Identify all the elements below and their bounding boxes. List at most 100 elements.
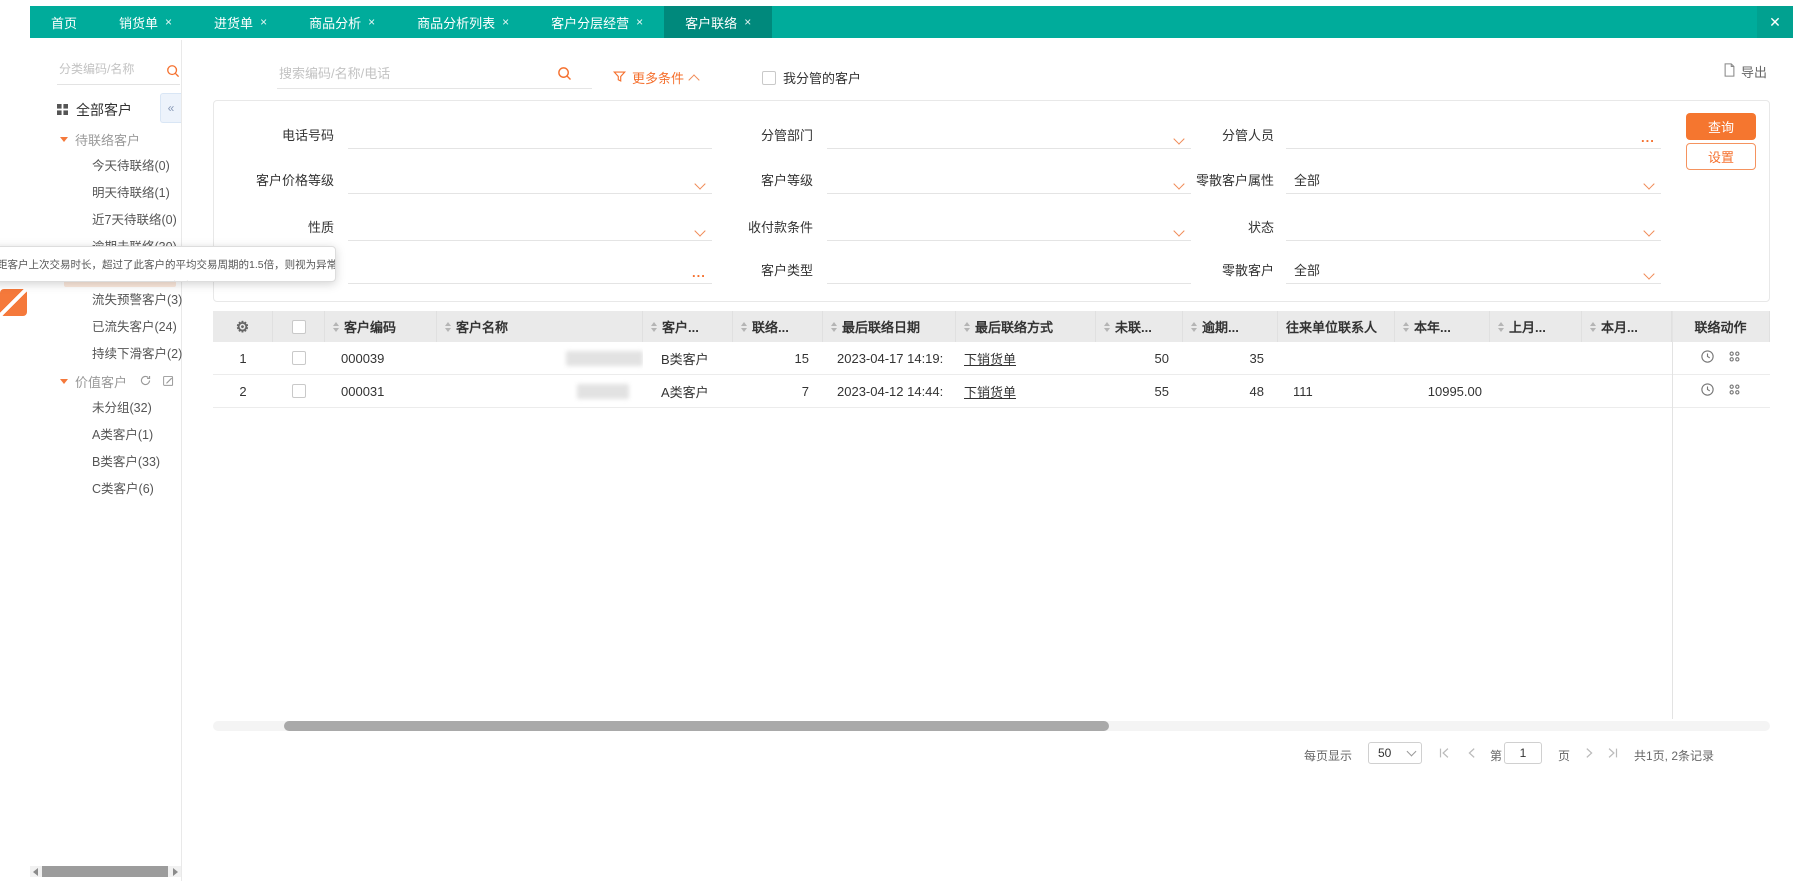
query-button[interactable]: 查询	[1686, 113, 1756, 140]
page-size-select[interactable]: 50	[1368, 742, 1422, 764]
scroll-left-icon[interactable]	[33, 868, 38, 876]
my-customers-checkbox[interactable]	[762, 70, 776, 85]
column-header-gear[interactable]: ⚙	[213, 311, 273, 342]
column-header-grade[interactable]: 客户...	[643, 311, 733, 342]
sort-icon[interactable]	[651, 321, 657, 332]
tab-close-icon[interactable]: ×	[165, 15, 172, 29]
scrollbar-thumb[interactable]	[42, 866, 168, 877]
last-method-link[interactable]: 下销货单	[964, 382, 1016, 401]
column-header-overdue[interactable]: 逾期...	[1183, 311, 1278, 342]
settings-button[interactable]: 设置	[1686, 143, 1756, 170]
sort-icon[interactable]	[741, 321, 747, 332]
search-icon[interactable]	[166, 64, 180, 83]
last-method-link[interactable]: 下销货单	[964, 349, 1016, 368]
page-number-input[interactable]	[1504, 742, 1542, 764]
column-header-last_month[interactable]: 上月...	[1490, 311, 1582, 342]
search-icon[interactable]	[557, 66, 572, 86]
more-actions-icon[interactable]	[1727, 349, 1742, 367]
table-row[interactable]: 2 000031 A类客户 7 2023-04-12 14:44: 下销货单 55 48 111…	[213, 375, 1770, 408]
category-search-input[interactable]	[57, 61, 157, 77]
filter-input-underline[interactable]	[827, 240, 1191, 241]
row-checkbox[interactable]	[292, 351, 306, 365]
filter-input-underline[interactable]	[348, 240, 712, 241]
customer-search-input[interactable]	[277, 65, 551, 82]
sort-icon[interactable]	[333, 321, 339, 332]
horizontal-scrollbar[interactable]	[213, 721, 1770, 731]
export-button[interactable]: 导出	[1723, 62, 1767, 81]
filter-input-underline[interactable]	[1286, 148, 1661, 149]
chevron-down-icon[interactable]	[1643, 178, 1655, 190]
column-header-uncontacted[interactable]: 未联...	[1096, 311, 1183, 342]
sidebar-item[interactable]: 流失预警客户(3)?	[30, 287, 203, 314]
filter-input-underline[interactable]	[1286, 240, 1661, 241]
edit-icon[interactable]	[162, 374, 175, 390]
chevron-down-icon[interactable]	[1643, 225, 1655, 237]
table-row[interactable]: 1 000039 B类客户 15 2023-04-17 14:19: 下销货单 50 35	[213, 342, 1770, 375]
gear-icon[interactable]: ⚙	[236, 318, 249, 336]
tab-item[interactable]: 客户分层经营 ×	[530, 6, 664, 38]
sort-icon[interactable]	[1498, 321, 1504, 332]
tab-close-icon[interactable]: ×	[636, 15, 643, 29]
sort-icon[interactable]	[1191, 321, 1197, 332]
filter-input-underline[interactable]	[348, 193, 712, 194]
first-page-icon[interactable]	[1437, 746, 1451, 763]
tab-item[interactable]: 首页	[30, 6, 98, 38]
column-header-last_method[interactable]: 最后联络方式	[956, 311, 1096, 342]
sort-icon[interactable]	[1403, 321, 1409, 332]
column-header-last_date[interactable]: 最后联络日期	[823, 311, 956, 342]
sort-icon[interactable]	[1590, 321, 1596, 332]
my-customers-filter[interactable]: 我分管的客户	[762, 68, 861, 87]
filter-input-underline[interactable]	[827, 193, 1191, 194]
followup-icon[interactable]	[1700, 382, 1715, 400]
sidebar-group[interactable]: 待联络客户	[30, 126, 181, 153]
column-header-this_year[interactable]: 本年...	[1395, 311, 1490, 342]
sidebar-scrollbar[interactable]	[30, 866, 181, 877]
sort-icon[interactable]	[445, 321, 451, 332]
sidebar-item[interactable]: 未分组(32)	[30, 395, 181, 422]
tab-item[interactable]: 进货单 ×	[193, 6, 288, 38]
sidebar-item[interactable]: 明天待联络(1)	[30, 180, 181, 207]
sidebar-item[interactable]: 已流失客户(24)?	[30, 314, 197, 341]
column-header-code[interactable]: 客户编码	[325, 311, 437, 342]
next-page-icon[interactable]	[1582, 746, 1596, 763]
sidebar-item[interactable]: A类客户(1)	[30, 422, 181, 449]
floating-widget[interactable]	[0, 289, 27, 316]
filter-input-underline[interactable]	[348, 148, 712, 149]
sidebar-item[interactable]: C类客户(6)	[30, 476, 181, 503]
chevron-down-icon[interactable]	[1643, 268, 1655, 280]
column-header-contact_count[interactable]: 联络...	[733, 311, 823, 342]
row-checkbox[interactable]	[292, 384, 306, 398]
close-icon[interactable]: ✕	[1757, 6, 1793, 38]
tab-close-icon[interactable]: ×	[260, 15, 267, 29]
tab-close-icon[interactable]: ×	[368, 15, 375, 29]
tab-close-icon[interactable]: ×	[744, 15, 751, 29]
sidebar-collapse-button[interactable]: «	[160, 93, 181, 123]
filter-input-underline[interactable]	[1286, 193, 1661, 194]
more-actions-icon[interactable]	[1727, 382, 1742, 400]
scrollbar-thumb[interactable]	[284, 721, 1109, 731]
tab-item[interactable]: 销货单 ×	[98, 6, 193, 38]
column-header-check[interactable]	[273, 311, 325, 342]
column-header-name[interactable]: 客户名称	[437, 311, 643, 342]
select-all-checkbox[interactable]	[291, 319, 306, 334]
sidebar-item[interactable]: 近7天待联络(0)	[30, 207, 181, 234]
refresh-icon[interactable]	[139, 374, 152, 390]
followup-icon[interactable]	[1700, 349, 1715, 367]
filter-input-underline[interactable]	[827, 283, 1191, 284]
column-header-this_month[interactable]: 本月...	[1582, 311, 1672, 342]
filter-input-underline[interactable]	[348, 283, 712, 284]
tab-close-icon[interactable]: ×	[502, 15, 509, 29]
sort-icon[interactable]	[831, 321, 837, 332]
sort-icon[interactable]	[1104, 321, 1110, 332]
last-page-icon[interactable]	[1606, 746, 1620, 763]
sidebar-item[interactable]: 今天待联络(0)	[30, 153, 181, 180]
more-conditions-toggle[interactable]: 更多条件	[612, 68, 700, 87]
more-options-icon[interactable]: ...	[1641, 130, 1655, 145]
tab-item[interactable]: 商品分析 ×	[288, 6, 396, 38]
sort-icon[interactable]	[964, 321, 970, 332]
sidebar-item-all-customers[interactable]: 全部客户	[57, 98, 132, 122]
tab-item[interactable]: 商品分析列表 ×	[396, 6, 530, 38]
sidebar-item[interactable]: 持续下滑客户(2)?	[30, 341, 203, 368]
filter-input-underline[interactable]	[1286, 283, 1661, 284]
filter-input-underline[interactable]	[827, 148, 1191, 149]
